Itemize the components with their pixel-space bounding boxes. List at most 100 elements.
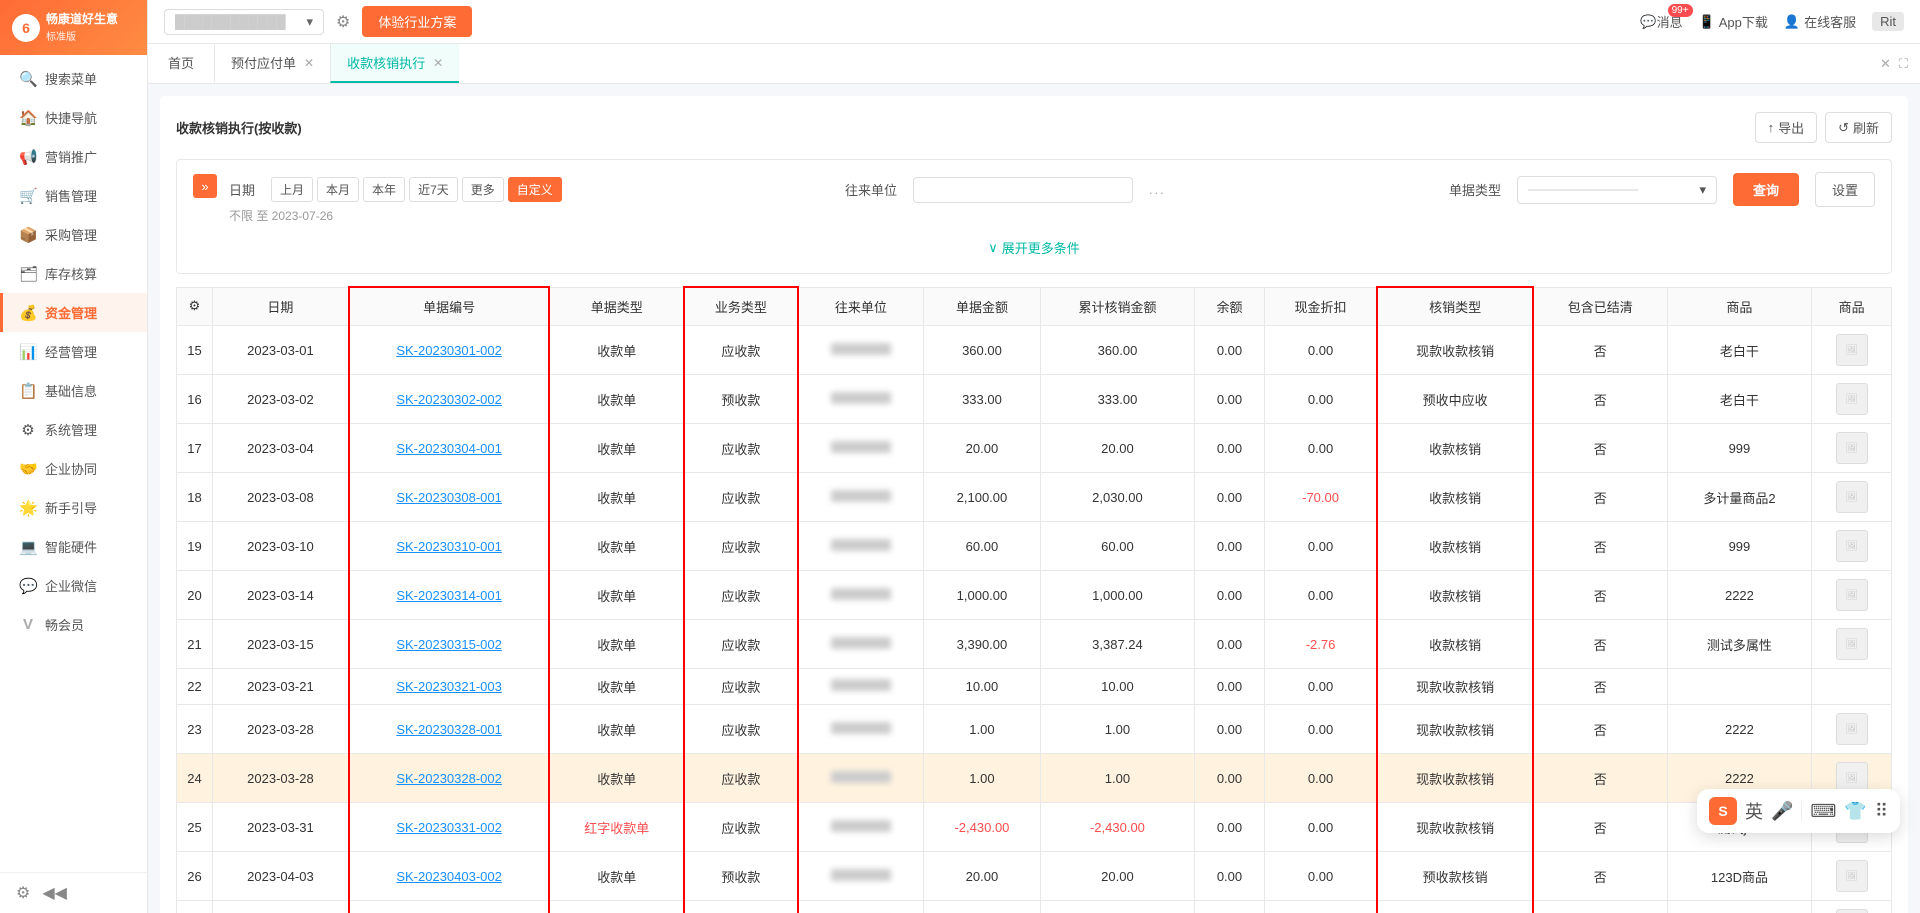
sidebar-item-sales[interactable]: 🛒 销售管理 (0, 176, 147, 215)
sidebar-item-marketing[interactable]: 📢 营销推广 (0, 137, 147, 176)
cell-goods1: 123D商品 (1667, 852, 1812, 901)
cell-writeoff: 3,387.24 (1040, 620, 1194, 669)
tab-prepay-label: 预付应付单 (231, 53, 296, 72)
more-btn[interactable]: 更多 (462, 177, 504, 202)
custom-btn[interactable]: 自定义 (508, 177, 562, 202)
th-cash-discount[interactable]: 现金折扣 (1264, 287, 1377, 326)
tab-home[interactable]: 首页 (148, 44, 214, 83)
cell-bill-no[interactable]: SK-20230315-002 (349, 620, 550, 669)
tab-close-icon[interactable]: ✕ (304, 56, 314, 70)
th-bill-no[interactable]: 单据编号 (349, 287, 550, 326)
th-bill-type[interactable]: 单据类型 (549, 287, 684, 326)
cell-bill-no[interactable]: SK-20230403-002 (349, 852, 550, 901)
settings-btn[interactable]: 设置 (1815, 172, 1875, 207)
sidebar-item-enterprise-wechat[interactable]: 💬 企业微信 (0, 566, 147, 605)
cell-bill-type: 收款单 (549, 669, 684, 705)
collapse-icon[interactable]: ◀◀ (42, 883, 67, 903)
sidebar-item-label: 企业协同 (45, 459, 97, 478)
th-date[interactable]: 日期 (213, 287, 349, 326)
th-counterparty[interactable]: 往来单位 (798, 287, 924, 326)
cell-bill-no[interactable]: SK-20230304-001 (349, 424, 550, 473)
sidebar-item-capital[interactable]: 💰 资金管理 (0, 293, 147, 332)
cell-bill-no[interactable]: SK-20230328-002 (349, 754, 550, 803)
th-biz-type[interactable]: 业务类型 (684, 287, 798, 326)
cell-writeoff-type: 现款收款核销 (1377, 326, 1533, 375)
filter-dots: ... (1149, 182, 1166, 197)
last-7-days-btn[interactable]: 近7天 (409, 177, 458, 202)
float-mic-icon[interactable]: 🎤 (1771, 801, 1793, 822)
app-download-btn[interactable]: 📱 App下载 (1699, 12, 1768, 31)
bill-type-select[interactable]: ──────────── ▾ (1517, 176, 1717, 204)
tab-collection-writeoff[interactable]: 收款核销执行 ✕ (330, 44, 459, 83)
cell-bill-no[interactable]: SK-20230408-001 (349, 901, 550, 913)
th-amount[interactable]: 单据金额 (924, 287, 1041, 326)
th-writeoff[interactable]: 累计核销金额 (1040, 287, 1194, 326)
cell-bill-no[interactable]: SK-20230301-002 (349, 326, 550, 375)
cell-writeoff: 2,030.00 (1040, 473, 1194, 522)
sidebar-item-search[interactable]: 🔍 搜索菜单 (0, 59, 147, 98)
sidebar-item-inventory[interactable]: 🗂 库存核算 (0, 254, 147, 293)
sidebar-item-beginner-guide[interactable]: 🌟 新手引导 (0, 488, 147, 527)
query-btn[interactable]: 查询 (1733, 173, 1799, 206)
cell-bill-no[interactable]: SK-20230308-001 (349, 473, 550, 522)
counterparty-input[interactable] (913, 177, 1133, 203)
th-settings[interactable]: ⚙ (177, 287, 213, 326)
sidebar-item-smart-hardware[interactable]: 💻 智能硬件 (0, 527, 147, 566)
export-btn[interactable]: ↑ 导出 (1755, 112, 1818, 143)
cell-bill-no[interactable]: SK-20230310-001 (349, 522, 550, 571)
cell-biz-type: 应收款 (684, 620, 798, 669)
cell-cash-discount: 0.00 (1264, 326, 1377, 375)
close-tab-icon[interactable]: ✕ (1880, 56, 1891, 72)
cell-cash-discount: 0.00 (1264, 901, 1377, 913)
cell-bill-no[interactable]: SK-20230328-001 (349, 705, 550, 754)
float-keyboard-icon[interactable]: ⌨ (1810, 801, 1836, 822)
this-year-btn[interactable]: 本年 (363, 177, 405, 202)
tab-close-active-icon[interactable]: ✕ (433, 56, 443, 70)
sidebar-item-operations[interactable]: 📊 经营管理 (0, 332, 147, 371)
cell-date: 2023-03-10 (213, 522, 349, 571)
cell-bill-no[interactable]: SK-20230314-001 (349, 571, 550, 620)
cell-biz-type: 应收款 (684, 473, 798, 522)
cell-goods1: 2222 (1667, 705, 1812, 754)
refresh-btn[interactable]: ↺ 刷新 (1825, 112, 1892, 143)
float-shirt-icon[interactable]: 👕 (1844, 801, 1866, 822)
gear-icon[interactable]: ⚙ (336, 12, 350, 32)
th-balance[interactable]: 余额 (1195, 287, 1265, 326)
cell-no: 26 (177, 852, 213, 901)
messages-btn[interactable]: 💬 消息 99+ (1640, 12, 1682, 31)
cell-bill-no[interactable]: SK-20230321-003 (349, 669, 550, 705)
this-month-btn[interactable]: 本月 (317, 177, 359, 202)
expand-tab-icon[interactable]: ⛶ (1899, 56, 1908, 72)
experience-btn[interactable]: 体验行业方案 (362, 6, 472, 37)
cell-date: 2023-03-31 (213, 803, 349, 852)
sales-icon: 🛒 (19, 187, 37, 205)
tab-home-label: 首页 (168, 53, 194, 72)
sidebar-item-purchase[interactable]: 📦 采购管理 (0, 215, 147, 254)
settings-icon[interactable]: ⚙ (16, 883, 30, 903)
online-service-btn[interactable]: 👤 在线客服 (1784, 12, 1856, 31)
th-goods2[interactable]: 商品 (1812, 287, 1892, 326)
sidebar-item-system[interactable]: ⚙ 系统管理 (0, 410, 147, 449)
filter-expand-btn[interactable]: ∨ 展开更多条件 (193, 234, 1875, 261)
float-text-icon[interactable]: 英 (1745, 798, 1763, 824)
sidebar-item-enterprise-collab[interactable]: 🤝 企业协同 (0, 449, 147, 488)
cell-writeoff: 100.00 (1040, 901, 1194, 913)
cell-goods1: 999 (1667, 522, 1812, 571)
business-selector[interactable]: ████████████ ▾ (164, 9, 324, 35)
th-writeoff-type[interactable]: 核销类型 (1377, 287, 1533, 326)
float-grid-icon[interactable]: ⠿ (1875, 801, 1888, 822)
chevron-down-icon: ∨ (988, 240, 998, 256)
th-incl-settled[interactable]: 包含已结清 (1533, 287, 1667, 326)
sidebar-item-basic-info[interactable]: 📋 基础信息 (0, 371, 147, 410)
cell-bill-no[interactable]: SK-20230302-002 (349, 375, 550, 424)
table-row: 252023-03-31SK-20230331-002红字收款单应收款█████… (177, 803, 1892, 852)
sidebar-item-member[interactable]: V 畅会员 (0, 605, 147, 644)
cell-bill-no[interactable]: SK-20230331-002 (349, 803, 550, 852)
last-month-btn[interactable]: 上月 (271, 177, 313, 202)
tab-prepay-bill[interactable]: 预付应付单 ✕ (214, 44, 330, 83)
filter-collapse-btn[interactable]: » (193, 174, 217, 198)
sidebar-item-quick-nav[interactable]: 🏠 快捷导航 (0, 98, 147, 137)
sidebar-item-label: 资金管理 (45, 303, 97, 322)
th-goods1[interactable]: 商品 (1667, 287, 1812, 326)
user-avatar[interactable]: Rit (1872, 12, 1904, 31)
